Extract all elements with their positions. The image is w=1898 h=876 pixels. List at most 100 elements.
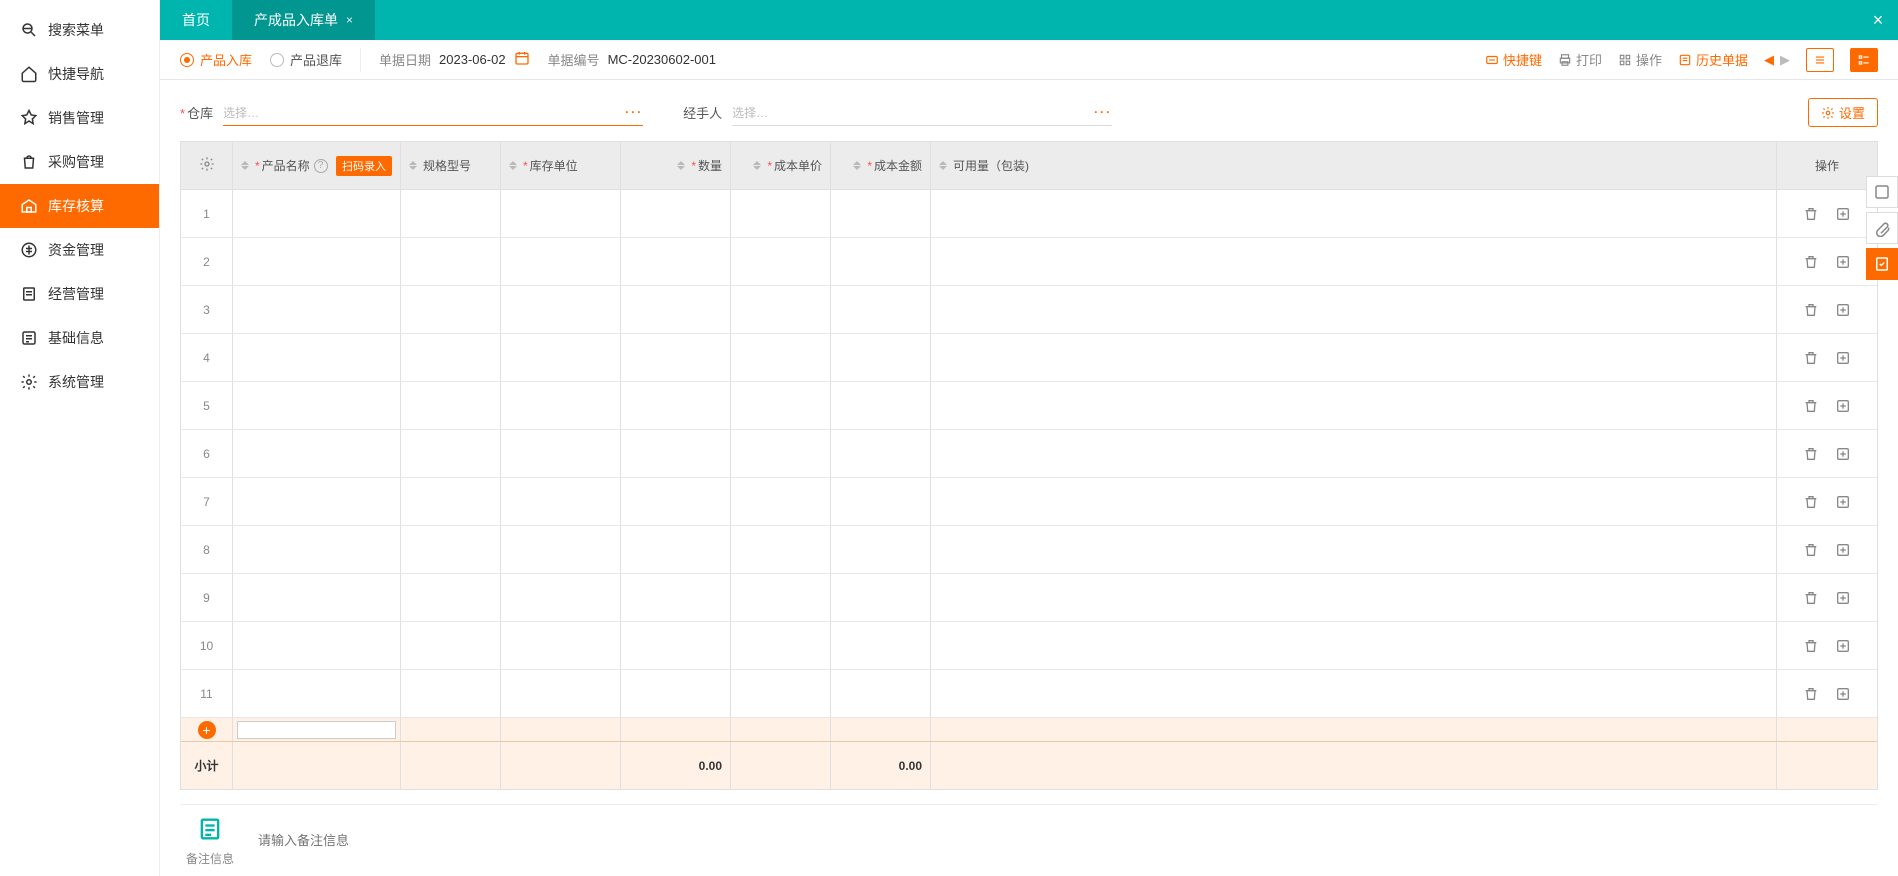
cell-unit[interactable] (501, 622, 621, 669)
table-row[interactable]: 3 (181, 286, 1877, 334)
delete-row-icon[interactable] (1803, 302, 1819, 318)
cell-qty[interactable] (621, 382, 731, 429)
cell-spec[interactable] (401, 670, 501, 717)
delete-row-icon[interactable] (1803, 350, 1819, 366)
history-button[interactable]: 历史单据 (1678, 50, 1748, 69)
table-row[interactable]: 9 (181, 574, 1877, 622)
col-unit[interactable]: *库存单位 (501, 142, 621, 189)
cell-amount[interactable] (831, 574, 931, 621)
cell-unit[interactable] (501, 574, 621, 621)
calendar-icon[interactable] (514, 50, 530, 69)
tab-close-icon[interactable]: × (346, 13, 353, 27)
cell-available[interactable] (931, 190, 1777, 237)
sort-icon[interactable] (509, 159, 519, 173)
delete-row-icon[interactable] (1803, 494, 1819, 510)
cell-unit[interactable] (501, 382, 621, 429)
cell-product[interactable] (233, 238, 401, 285)
table-row[interactable]: 1 (181, 190, 1877, 238)
cell-price[interactable] (731, 382, 831, 429)
sort-icon[interactable] (939, 159, 949, 173)
attachment-chip-1[interactable] (1866, 176, 1898, 208)
col-product[interactable]: *产品名称?扫码录入 (233, 142, 401, 189)
cell-available[interactable] (931, 526, 1777, 573)
info-icon[interactable]: ? (314, 159, 328, 173)
table-row[interactable]: 11 (181, 670, 1877, 718)
cell-unit[interactable] (501, 526, 621, 573)
cell-qty[interactable] (621, 478, 731, 525)
add-row-icon[interactable] (1835, 542, 1851, 558)
cell-product[interactable] (233, 334, 401, 381)
cell-spec[interactable] (401, 526, 501, 573)
cell-unit[interactable] (501, 238, 621, 285)
add-row-icon[interactable] (1835, 638, 1851, 654)
cell-available[interactable] (931, 238, 1777, 285)
cell-product-edit[interactable] (233, 718, 401, 741)
cell-unit[interactable] (501, 286, 621, 333)
cell-amount[interactable] (831, 670, 931, 717)
cell-available[interactable] (931, 478, 1777, 525)
cell-qty[interactable] (621, 334, 731, 381)
sidebar-item-business[interactable]: 经营管理 (0, 272, 159, 316)
delete-row-icon[interactable] (1803, 686, 1819, 702)
radio-product-return[interactable]: 产品退库 (270, 50, 342, 69)
sidebar-item-quicknav[interactable]: 快捷导航 (0, 52, 159, 96)
add-row-icon[interactable] (1835, 206, 1851, 222)
delete-row-icon[interactable] (1803, 542, 1819, 558)
table-row[interactable]: 4 (181, 334, 1877, 382)
cell-unit[interactable] (501, 478, 621, 525)
cell-unit[interactable] (501, 334, 621, 381)
cell-amount[interactable] (831, 526, 931, 573)
cell-available[interactable] (931, 574, 1777, 621)
prev-doc-button[interactable]: ◀ (1764, 52, 1774, 68)
cell-product[interactable] (233, 670, 401, 717)
view-list-button[interactable] (1806, 48, 1834, 72)
add-row-icon[interactable] (1835, 494, 1851, 510)
cell-unit[interactable] (501, 190, 621, 237)
table-row[interactable]: 5 (181, 382, 1877, 430)
cell-qty[interactable] (621, 430, 731, 477)
cell-spec[interactable] (401, 382, 501, 429)
delete-row-icon[interactable] (1803, 254, 1819, 270)
more-icon[interactable]: ··· (1094, 105, 1112, 119)
table-row[interactable]: 8 (181, 526, 1877, 574)
sidebar-item-purchase[interactable]: 采购管理 (0, 140, 159, 184)
sidebar-item-basicinfo[interactable]: 基础信息 (0, 316, 159, 360)
cell-product[interactable] (233, 190, 401, 237)
view-detail-button[interactable] (1850, 48, 1878, 72)
cell-amount[interactable] (831, 430, 931, 477)
cell-qty[interactable] (621, 238, 731, 285)
cell-qty[interactable] (621, 526, 731, 573)
cell-available[interactable] (931, 622, 1777, 669)
col-available[interactable]: 可用量（包装) (931, 142, 1777, 189)
cell-price[interactable] (731, 526, 831, 573)
delete-row-icon[interactable] (1803, 398, 1819, 414)
cell-product[interactable] (233, 430, 401, 477)
sort-icon[interactable] (677, 159, 687, 173)
cell-available[interactable] (931, 334, 1777, 381)
attachment-chip-3[interactable] (1866, 248, 1898, 280)
delete-row-icon[interactable] (1803, 638, 1819, 654)
cell-qty[interactable] (621, 622, 731, 669)
cell-spec[interactable] (401, 430, 501, 477)
cell-available[interactable] (931, 430, 1777, 477)
table-row-new[interactable]: + (181, 718, 1877, 741)
cell-price[interactable] (731, 334, 831, 381)
column-settings[interactable] (181, 142, 233, 189)
add-row-circle[interactable]: + (181, 718, 233, 741)
add-row-icon[interactable] (1835, 398, 1851, 414)
tabbar-close-button[interactable]: × (1858, 0, 1898, 40)
remark-input[interactable] (258, 827, 1878, 854)
tab-home[interactable]: 首页 (160, 0, 232, 40)
cell-amount[interactable] (831, 382, 931, 429)
settings-button[interactable]: 设置 (1808, 98, 1878, 127)
col-qty[interactable]: *数量 (621, 142, 731, 189)
col-amount[interactable]: *成本金额 (831, 142, 931, 189)
cell-unit[interactable] (501, 430, 621, 477)
delete-row-icon[interactable] (1803, 206, 1819, 222)
cell-qty[interactable] (621, 190, 731, 237)
sidebar-item-search[interactable]: 搜索菜单 (0, 8, 159, 52)
cell-available[interactable] (931, 382, 1777, 429)
cell-spec[interactable] (401, 574, 501, 621)
attachment-chip-2[interactable] (1866, 212, 1898, 244)
cell-product[interactable] (233, 574, 401, 621)
